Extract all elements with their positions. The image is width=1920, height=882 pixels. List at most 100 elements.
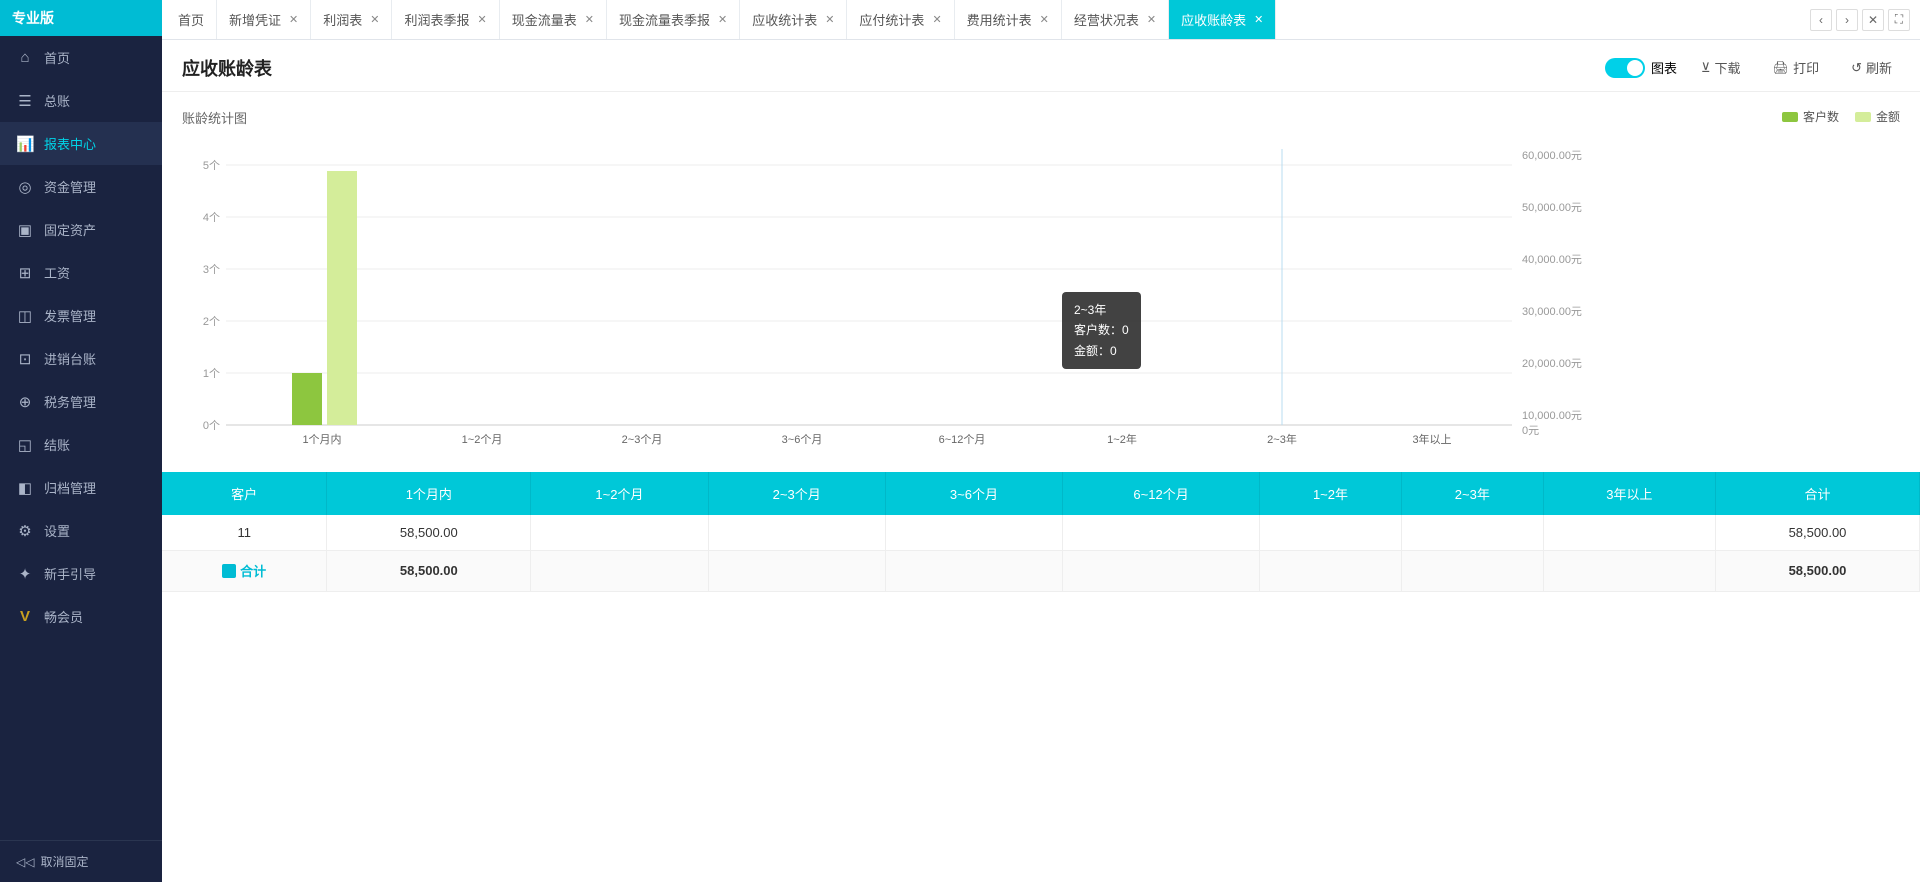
sidebar-item-ledger[interactable]: ☰ 总账 (0, 79, 162, 122)
chart-toggle-thumb (1627, 60, 1643, 76)
funds-icon: ◎ (16, 178, 34, 196)
svg-text:60,000.00元: 60,000.00元 (1522, 150, 1582, 162)
tab-expense-stat-close[interactable]: ✕ (1040, 13, 1049, 26)
reports-icon: 📊 (16, 135, 34, 153)
tab-cashflow-season[interactable]: 现金流量表季报 ✕ (607, 0, 740, 40)
sidebar-item-label: 固定资产 (44, 220, 96, 239)
page-header: 应收账龄表 图表 ⊻ 下载 🖨 打印 ↺ 刷新 (162, 40, 1920, 92)
sidebar-item-tax[interactable]: ⊕ 税务管理 (0, 380, 162, 423)
bar-customer-1 (292, 373, 322, 425)
svg-text:1个月内: 1个月内 (302, 432, 341, 446)
download-button[interactable]: ⊻ 下载 (1693, 54, 1749, 81)
tab-aging-close[interactable]: ✕ (1254, 13, 1263, 26)
chart-toggle-label: 图表 (1651, 58, 1677, 77)
print-icon: 🖨 (1773, 60, 1790, 76)
svg-text:2~3年: 2~3年 (1267, 432, 1297, 446)
cell-m1: 58,500.00 (327, 515, 531, 551)
legend-customer-label: 客户数 (1803, 108, 1839, 125)
svg-text:50,000.00元: 50,000.00元 (1522, 202, 1582, 214)
table-header-row: 客户 1个月内 1~2个月 2~3个月 3~6个月 6~12个月 1~2年 2~… (162, 472, 1920, 515)
tab-cashflow-season-close[interactable]: ✕ (718, 13, 727, 26)
refresh-button[interactable]: ↺ 刷新 (1843, 54, 1900, 81)
tab-cashflow-close[interactable]: ✕ (585, 13, 594, 26)
tab-profit-season[interactable]: 利润表季报 ✕ (392, 0, 499, 40)
total-y2 (1260, 551, 1402, 592)
tab-business-stat[interactable]: 经营状况表 ✕ (1062, 0, 1169, 40)
guide-icon: ✦ (16, 565, 34, 583)
refresh-icon: ↺ (1851, 60, 1862, 76)
svg-text:1个: 1个 (203, 367, 220, 380)
aging-table: 客户 1个月内 1~2个月 2~3个月 3~6个月 6~12个月 1~2年 2~… (162, 472, 1920, 592)
cell-m3 (708, 515, 885, 551)
tax-icon: ⊕ (16, 393, 34, 411)
refresh-label: 刷新 (1866, 58, 1892, 77)
sidebar: 专业版 ⌂ 首页 ☰ 总账 📊 报表中心 ◎ 资金管理 ▣ 固定资产 ⊞ 工资 … (0, 0, 162, 882)
salary-icon: ⊞ (16, 264, 34, 282)
col-y3: 2~3年 (1401, 472, 1543, 515)
sidebar-item-label: 资金管理 (44, 177, 96, 196)
app-logo: 专业版 (0, 0, 162, 36)
cell-y3 (1401, 515, 1543, 551)
sidebar-item-label: 税务管理 (44, 392, 96, 411)
settings-icon: ⚙ (16, 522, 34, 540)
svg-text:3个: 3个 (203, 263, 220, 276)
total-y3 (1401, 551, 1543, 592)
tab-voucher-close[interactable]: ✕ (289, 13, 298, 26)
cell-y3plus (1543, 515, 1715, 551)
print-button[interactable]: 🖨 打印 (1765, 54, 1828, 81)
sidebar-item-salary[interactable]: ⊞ 工资 (0, 251, 162, 294)
tab-profit-label: 利润表 (323, 10, 362, 29)
sidebar-item-label: 总账 (44, 91, 70, 110)
cell-y2 (1260, 515, 1402, 551)
sidebar-item-assets[interactable]: ▣ 固定资产 (0, 208, 162, 251)
pin-toggle[interactable]: ◁◁ 取消固定 (0, 840, 162, 882)
tab-receivable-stat-close[interactable]: ✕ (825, 13, 834, 26)
sidebar-item-guide[interactable]: ✦ 新手引导 (0, 552, 162, 595)
table-row: 11 58,500.00 58,500.00 (162, 515, 1920, 551)
tab-home[interactable]: 首页 (166, 0, 217, 40)
tab-payable-stat[interactable]: 应付统计表 ✕ (847, 0, 954, 40)
tab-expand-button[interactable]: ⛶ (1888, 9, 1910, 31)
chart-toggle[interactable]: 图表 (1605, 58, 1677, 78)
tab-aging-label: 应收账龄表 (1181, 10, 1246, 29)
tab-receivable-stat[interactable]: 应收统计表 ✕ (740, 0, 847, 40)
sidebar-item-invoice[interactable]: ◫ 发票管理 (0, 294, 162, 337)
tab-voucher[interactable]: 新增凭证 ✕ (217, 0, 311, 40)
tab-next-button[interactable]: › (1836, 9, 1858, 31)
tab-profit[interactable]: 利润表 ✕ (311, 0, 392, 40)
total-m3 (708, 551, 885, 592)
tab-profit-close[interactable]: ✕ (370, 13, 379, 26)
sidebar-item-reports[interactable]: 📊 报表中心 (0, 122, 162, 165)
total-sum: 58,500.00 (1716, 551, 1920, 592)
sidebar-item-archive[interactable]: ◧ 归档管理 (0, 466, 162, 509)
tab-payable-stat-close[interactable]: ✕ (932, 13, 941, 26)
tab-close-all-button[interactable]: ✕ (1862, 9, 1884, 31)
sidebar-item-closing[interactable]: ◱ 结账 (0, 423, 162, 466)
tab-cashflow[interactable]: 现金流量表 ✕ (500, 0, 607, 40)
tab-cashflow-season-label: 现金流量表季报 (619, 10, 710, 29)
total-m6 (885, 551, 1062, 592)
svg-text:1~2个月: 1~2个月 (462, 433, 503, 446)
chart-toggle-track[interactable] (1605, 58, 1645, 78)
col-y3plus: 3年以上 (1543, 472, 1715, 515)
tab-expense-stat[interactable]: 费用统计表 ✕ (955, 0, 1062, 40)
tab-prev-button[interactable]: ‹ (1810, 9, 1832, 31)
sidebar-item-label: 归档管理 (44, 478, 96, 497)
tab-business-stat-close[interactable]: ✕ (1147, 13, 1156, 26)
sidebar-item-home[interactable]: ⌂ 首页 (0, 36, 162, 79)
total-text: 合计 (240, 561, 266, 580)
sidebar-item-label: 结账 (44, 435, 70, 454)
total-m12 (1063, 551, 1260, 592)
sidebar-item-member[interactable]: V 畅会员 (0, 595, 162, 638)
sidebar-item-settings[interactable]: ⚙ 设置 (0, 509, 162, 552)
legend-customer-color (1782, 112, 1798, 122)
sidebar-item-stock[interactable]: ⊡ 进销台账 (0, 337, 162, 380)
col-m2: 1~2个月 (531, 472, 708, 515)
legend-amount-label: 金额 (1876, 108, 1900, 125)
tab-aging[interactable]: 应收账龄表 ✕ (1169, 0, 1276, 40)
svg-text:10,000.00元: 10,000.00元 (1522, 410, 1582, 422)
pin-label: 取消固定 (40, 853, 88, 870)
page-title: 应收账龄表 (182, 55, 272, 81)
tab-profit-season-close[interactable]: ✕ (478, 13, 487, 26)
sidebar-item-funds[interactable]: ◎ 资金管理 (0, 165, 162, 208)
